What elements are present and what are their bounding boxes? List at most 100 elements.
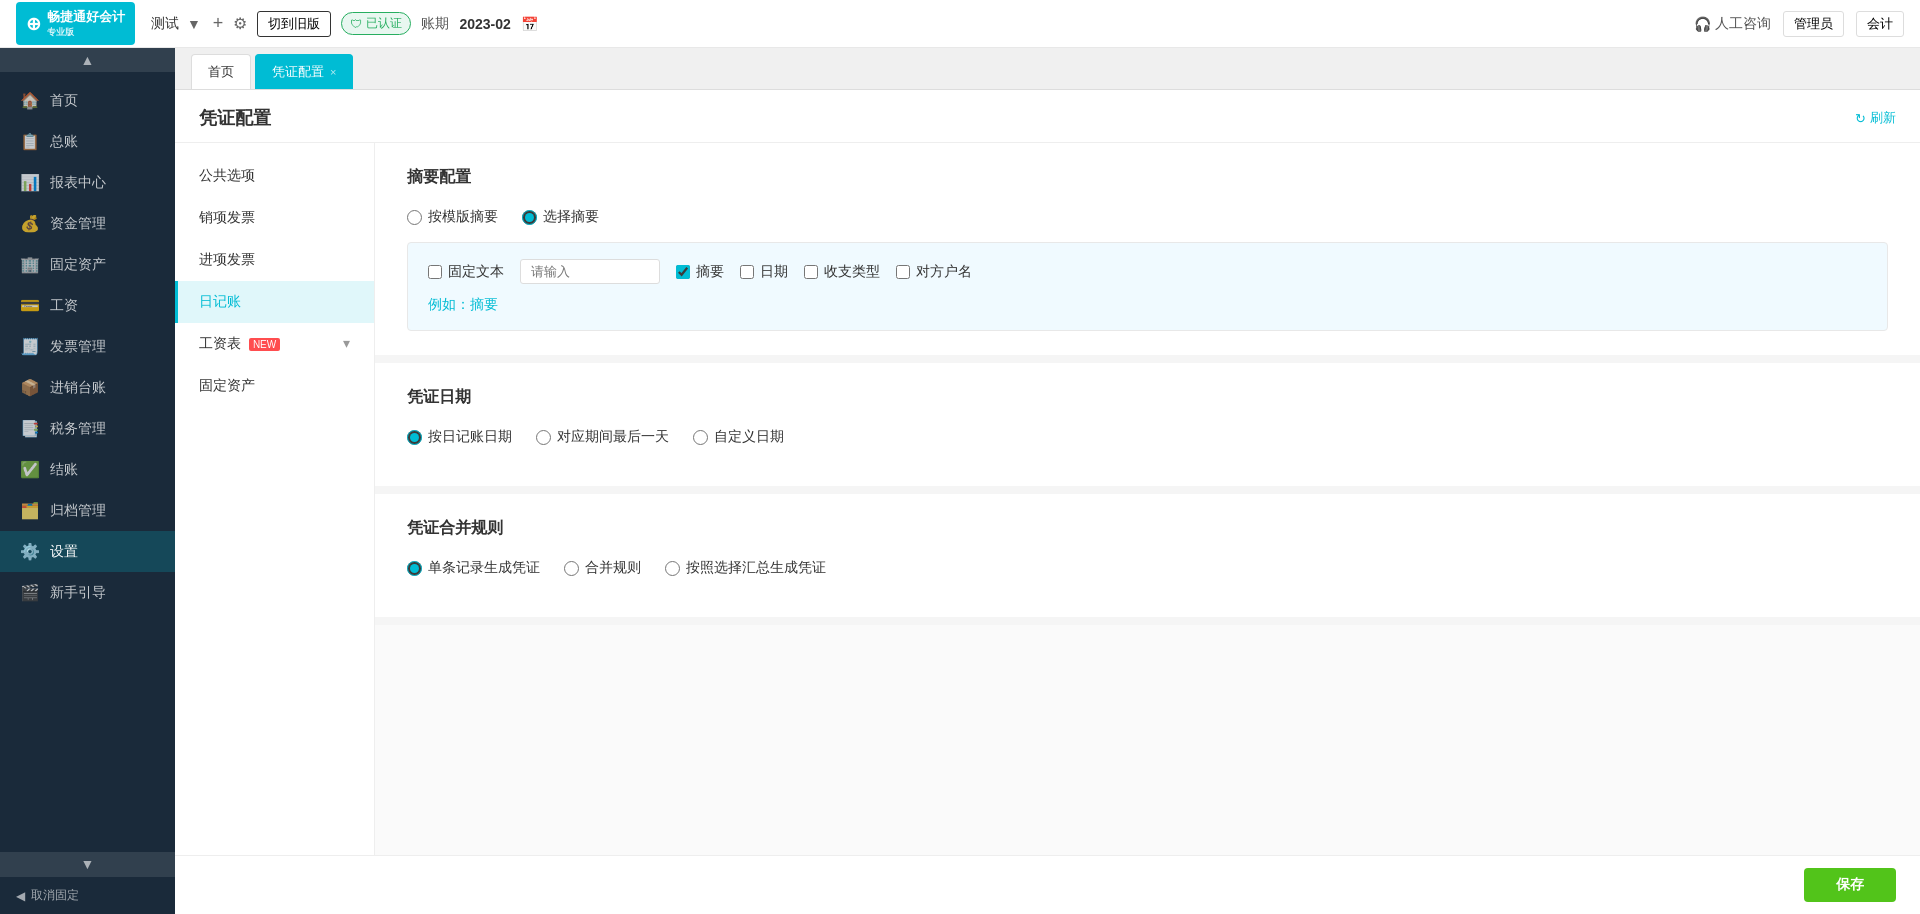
summary-config-box: 固定文本 摘要 日期 [407,242,1888,331]
checkbox-summary[interactable]: 摘要 [676,263,724,281]
sidebar-item-report[interactable]: 📊 报表中心 [0,162,175,203]
top-bar-center: + ⚙ 切到旧版 🛡 已认证 账期 2023-02 📅 [213,11,1682,37]
calendar-icon[interactable]: 📅 [521,16,538,32]
tab-home-label: 首页 [208,63,234,81]
tab-close-icon[interactable]: × [330,66,336,78]
nav-item-salary-table[interactable]: 工资表 NEW ▾ [175,323,374,365]
refresh-label: 刷新 [1870,109,1896,127]
dropdown-icon[interactable]: ▼ [187,16,201,32]
archive-icon: 🗂️ [20,501,40,520]
nav-item-journal-label: 日记账 [199,293,241,309]
radio-merge-rule[interactable]: 合并规则 [564,559,641,577]
save-button[interactable]: 保存 [1804,868,1896,902]
radio-single-record[interactable]: 单条记录生成凭证 [407,559,540,577]
example-text: 例如：摘要 [428,296,1867,314]
new-badge: NEW [249,338,280,351]
sidebar-item-guide[interactable]: 🎬 新手引导 [0,572,175,613]
sidebar-item-label-close: 结账 [50,461,78,479]
checkbox-summary-input[interactable] [676,265,690,279]
radio-custom-date[interactable]: 自定义日期 [693,428,784,446]
invoice-icon: 🧾 [20,337,40,356]
tab-bar: 首页 凭证配置 × [175,48,1920,90]
sidebar-item-salary[interactable]: 💳 工资 [0,285,175,326]
sidebar-item-close[interactable]: ✅ 结账 [0,449,175,490]
page-content: 凭证配置 ↻ 刷新 公共选项 销项发票 进项发票 [175,90,1920,914]
content-area: 首页 凭证配置 × ✕ ⛶ 凭证配置 ↻ 刷新 [175,48,1920,914]
sidebar-scroll-up[interactable]: ▲ [0,48,175,72]
report-icon: 📊 [20,173,40,192]
sidebar-item-invoice[interactable]: 🧾 发票管理 [0,326,175,367]
radio-merge-rule-input[interactable] [564,561,579,576]
nav-item-journal[interactable]: 日记账 [175,281,374,323]
checkbox-date-label: 日期 [760,263,788,281]
nav-item-public[interactable]: 公共选项 [175,155,374,197]
service-button[interactable]: 🎧 人工咨询 [1694,15,1771,33]
radio-custom-date-input[interactable] [693,430,708,445]
admin-button[interactable]: 管理员 [1783,11,1844,37]
checkbox-counterparty[interactable]: 对方户名 [896,263,972,281]
radio-period-last-input[interactable] [536,430,551,445]
tax-icon: 📑 [20,419,40,438]
date-radio-group: 按日记账日期 对应期间最后一天 自定义日期 [407,428,1888,446]
radio-journal-date-input[interactable] [407,430,422,445]
settings-icon: ⚙️ [20,542,40,561]
radio-select-summary-input[interactable] [522,210,537,225]
tab-home[interactable]: 首页 [191,54,251,89]
period-value: 2023-02 [459,16,510,32]
refresh-button[interactable]: ↻ 刷新 [1855,109,1896,127]
top-bar: ⊕ 畅捷通好会计 专业版 测试 ▼ + ⚙ 切到旧版 🛡 已认证 账期 2023… [0,0,1920,48]
sidebar-item-label-assets: 固定资产 [50,256,106,274]
checkbox-counterparty-input[interactable] [896,265,910,279]
radio-period-last[interactable]: 对应期间最后一天 [536,428,669,446]
refresh-icon: ↻ [1855,111,1866,126]
example-label: 例如：摘要 [428,296,498,312]
radio-template-summary-input[interactable] [407,210,422,225]
radio-single-record-label: 单条记录生成凭证 [428,559,540,577]
radio-select-merge-input[interactable] [665,561,680,576]
verified-badge: 🛡 已认证 [341,12,411,35]
checkbox-fixed-text[interactable]: 固定文本 [428,263,504,281]
radio-journal-date[interactable]: 按日记账日期 [407,428,512,446]
guide-icon: 🎬 [20,583,40,602]
sidebar-item-settings[interactable]: ⚙️ 设置 [0,531,175,572]
switch-old-btn[interactable]: 切到旧版 [257,11,331,37]
sidebar-item-assets[interactable]: 🏢 固定资产 [0,244,175,285]
accountant-button[interactable]: 会计 [1856,11,1904,37]
radio-template-summary[interactable]: 按模版摘要 [407,208,498,226]
sidebar-scroll-down[interactable]: ▼ [0,852,175,876]
checkbox-date-input[interactable] [740,265,754,279]
unpin-button[interactable]: ◀ 取消固定 [0,876,175,914]
tab-voucher-config[interactable]: 凭证配置 × [255,54,353,89]
checkbox-payment-type-input[interactable] [804,265,818,279]
settings-button[interactable]: ⚙ [233,14,247,33]
sidebar-item-ledger[interactable]: 📋 总账 [0,121,175,162]
nav-item-fixed-assets[interactable]: 固定资产 [175,365,374,407]
checkbox-fixed-text-input[interactable] [428,265,442,279]
sidebar-item-fund[interactable]: 💰 资金管理 [0,203,175,244]
sidebar-item-home[interactable]: 🏠 首页 [0,80,175,121]
chevron-down-icon: ▾ [343,335,350,351]
radio-select-summary[interactable]: 选择摘要 [522,208,599,226]
checkbox-payment-type[interactable]: 收支类型 [804,263,880,281]
sidebar-item-archive[interactable]: 🗂️ 归档管理 [0,490,175,531]
radio-period-last-label: 对应期间最后一天 [557,428,669,446]
nav-item-fixed-assets-label: 固定资产 [199,377,255,393]
nav-item-sales[interactable]: 销项发票 [175,197,374,239]
add-button[interactable]: + [213,13,224,34]
top-bar-right: 🎧 人工咨询 管理员 会计 [1694,11,1904,37]
company-name: 测试 [151,15,179,33]
checkbox-date[interactable]: 日期 [740,263,788,281]
radio-select-merge[interactable]: 按照选择汇总生成凭证 [665,559,826,577]
fixed-text-input[interactable] [520,259,660,284]
headset-icon: 🎧 [1694,16,1711,32]
checkbox-fixed-text-label: 固定文本 [448,263,504,281]
sidebar-item-purchase[interactable]: 📦 进销台账 [0,367,175,408]
nav-item-sales-label: 销项发票 [199,209,255,225]
close-accounts-icon: ✅ [20,460,40,479]
sidebar-item-tax[interactable]: 📑 税务管理 [0,408,175,449]
sidebar-item-label-purchase: 进销台账 [50,379,106,397]
nav-item-purchase-invoice[interactable]: 进项发票 [175,239,374,281]
radio-single-record-input[interactable] [407,561,422,576]
top-area: 首页 凭证配置 × ✕ ⛶ [175,48,1920,90]
page-footer: 保存 [175,855,1920,914]
